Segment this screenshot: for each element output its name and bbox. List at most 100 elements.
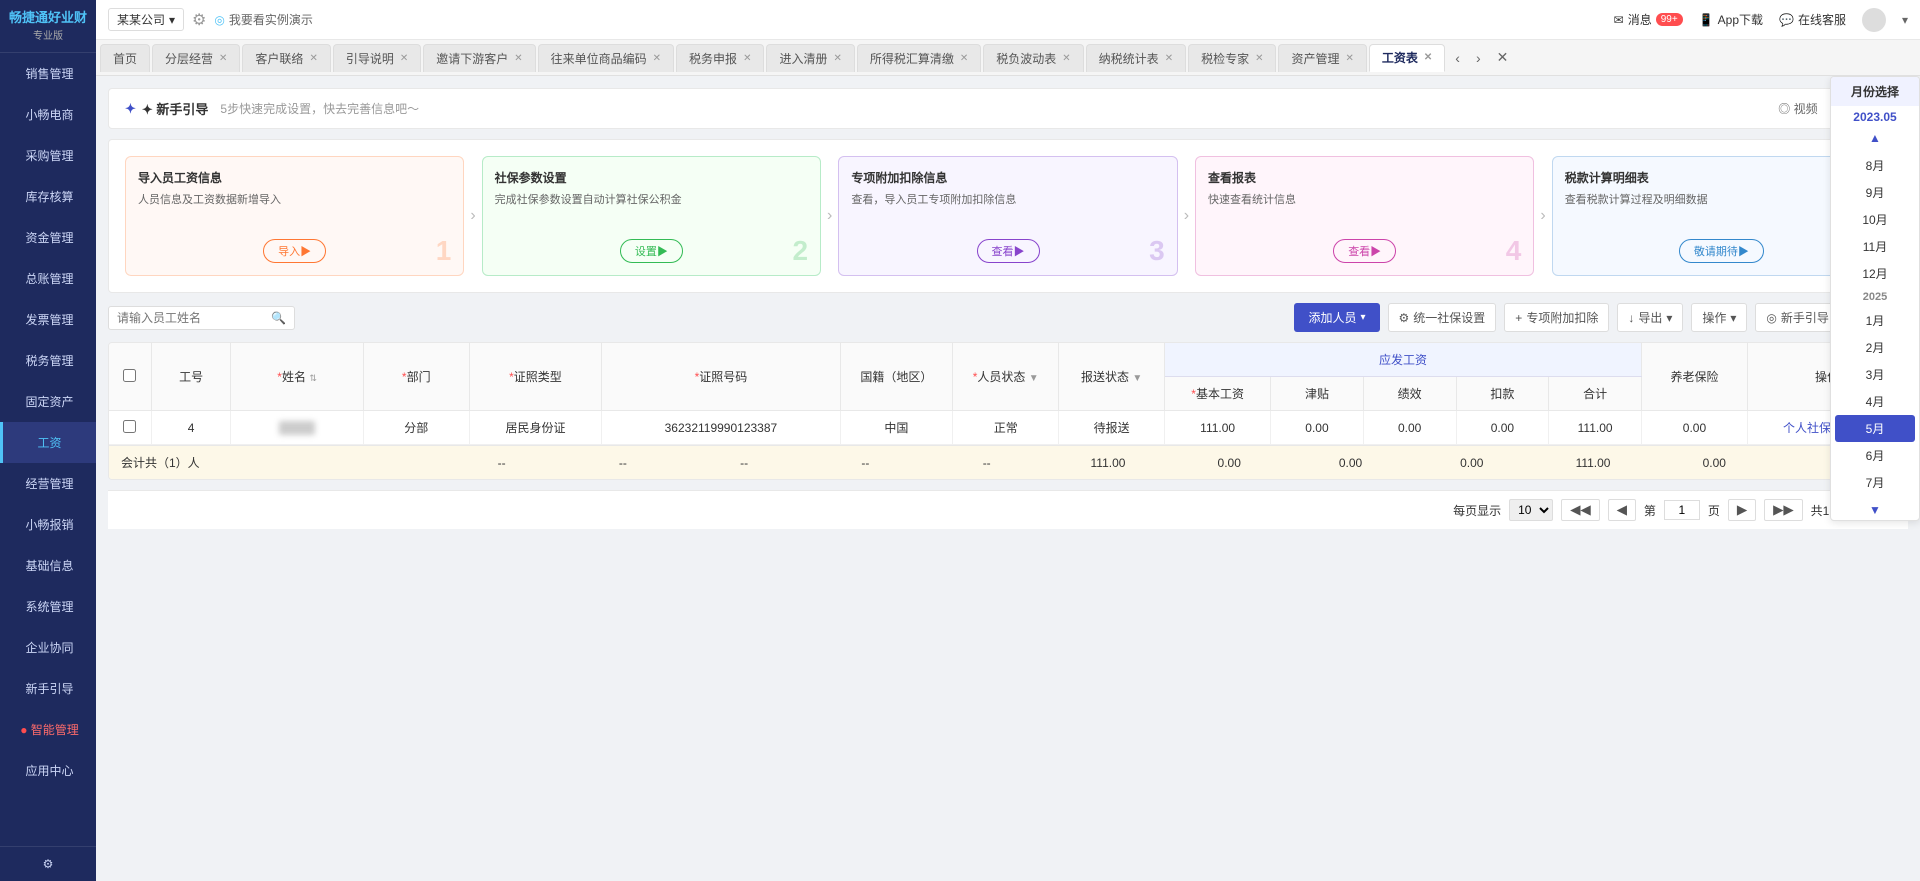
tab-tax-calc-close[interactable]: ✕ [960,53,968,64]
tab-goods[interactable]: 往来单位商品编码 ✕ [538,44,674,72]
prev-page-btn[interactable]: ◀ [1608,499,1636,521]
filter-status-icon[interactable]: ▼ [1029,373,1039,384]
search-box[interactable]: 🔍 [108,306,295,330]
step-2-btn[interactable]: 设置▶ [620,239,683,263]
action-personal-insurance[interactable]: 个人社保 [1783,421,1831,435]
sidebar-item-report[interactable]: 小畅报销 [0,504,96,545]
tab-tax-expert[interactable]: 税检专家 ✕ [1188,44,1276,72]
month-12[interactable]: 12月 [1835,260,1915,287]
demo-btn[interactable]: ◎ 我要看实例演示 [214,11,313,28]
tab-clearance-close[interactable]: ✕ [833,53,841,64]
month-scroll-down[interactable]: ▼ [1831,500,1919,520]
month-2[interactable]: 2月 [1835,334,1915,361]
sidebar-item-salary[interactable]: 工资 [0,422,96,463]
sidebar-item-new-guide[interactable]: 新手引导 [0,668,96,709]
online-service-btn[interactable]: 💬 在线客服 [1779,11,1846,28]
tab-clearance[interactable]: 进入清册 ✕ [766,44,854,72]
sidebar-item-finance[interactable]: 资金管理 [0,217,96,258]
guide-video-btn[interactable]: ◎ 视频 [1778,100,1817,117]
message-btn[interactable]: ✉ 消息 99+ [1614,11,1683,28]
th-name[interactable]: *姓名 ⇅ [231,343,363,411]
sidebar-item-sales[interactable]: 销售管理 [0,53,96,94]
tab-nav-prev[interactable]: ‹ [1447,50,1468,66]
search-icon[interactable]: 🔍 [271,311,286,325]
tab-salary-close[interactable]: ✕ [1424,52,1432,63]
month-3[interactable]: 3月 [1835,361,1915,388]
tab-tax-report-close[interactable]: ✕ [743,53,751,64]
row-checkbox[interactable] [123,420,136,433]
sidebar-item-invoice[interactable]: 发票管理 [0,299,96,340]
tab-guide-close[interactable]: ✕ [400,53,408,64]
tab-invite-close[interactable]: ✕ [514,53,522,64]
month-1[interactable]: 1月 [1835,307,1915,334]
tab-home[interactable]: 首页 [100,44,150,72]
tab-tax-stat-close[interactable]: ✕ [1165,53,1173,64]
month-10[interactable]: 10月 [1835,206,1915,233]
sidebar-item-smart[interactable]: ● 智能管理 [0,709,96,750]
month-8[interactable]: 8月 [1835,152,1915,179]
step-5-btn[interactable]: 敬请期待▶ [1679,239,1764,263]
first-page-btn[interactable]: ◀◀ [1561,499,1600,521]
per-page-select[interactable]: 10 [1509,499,1553,521]
sidebar-item-ecommerce[interactable]: 小畅电商 [0,94,96,135]
step-1-btn[interactable]: 导入▶ [263,239,326,263]
operation-btn[interactable]: 操作 ▾ [1691,303,1747,332]
app-download-btn[interactable]: 📱 App下载 [1699,11,1763,28]
th-checkbox [109,343,151,411]
sidebar-item-enterprise[interactable]: 企业协同 [0,627,96,668]
user-avatar[interactable] [1862,8,1886,32]
month-5[interactable]: 5月 [1835,415,1915,442]
last-page-btn[interactable]: ▶▶ [1764,499,1803,521]
tab-tax-stat[interactable]: 纳税统计表 ✕ [1086,44,1186,72]
tab-crm[interactable]: 客户联络 ✕ [242,44,330,72]
step-4-btn[interactable]: 查看▶ [1333,239,1396,263]
month-6[interactable]: 6月 [1835,442,1915,469]
tab-guide[interactable]: 引导说明 ✕ [333,44,421,72]
tab-asset-close[interactable]: ✕ [1346,53,1354,64]
sidebar-item-tax[interactable]: 税务管理 [0,340,96,381]
tab-tax-relief-close[interactable]: ✕ [1062,53,1070,64]
sidebar-item-inventory[interactable]: 库存核算 [0,176,96,217]
tab-tax-calc[interactable]: 所得税汇算清缴 ✕ [857,44,981,72]
filter-report-icon[interactable]: ▼ [1132,373,1142,384]
settings-icon[interactable]: ⚙ [192,10,206,30]
sidebar-item-purchase[interactable]: 采购管理 [0,135,96,176]
company-dropdown[interactable]: 某某公司 ▾ [108,8,184,31]
next-page-btn[interactable]: ▶ [1728,499,1756,521]
tab-crm-close[interactable]: ✕ [309,53,317,64]
month-scroll-up[interactable]: ▲ [1831,128,1919,148]
month-11[interactable]: 11月 [1835,233,1915,260]
sidebar-item-operation[interactable]: 经营管理 [0,463,96,504]
search-input[interactable] [117,311,267,325]
sidebar-item-ledger[interactable]: 总账管理 [0,258,96,299]
tab-segment-close[interactable]: ✕ [219,53,227,64]
tab-invite[interactable]: 邀请下游客户 ✕ [423,44,535,72]
tab-close-all[interactable]: ✕ [1489,49,1517,66]
tab-nav-next[interactable]: › [1468,50,1489,66]
sidebar-item-app-center[interactable]: 应用中心 [0,750,96,791]
tab-asset[interactable]: 资产管理 ✕ [1278,44,1366,72]
tab-tax-expert-close[interactable]: ✕ [1255,53,1263,64]
tab-salary[interactable]: 工资表 ✕ [1369,44,1445,72]
user-dropdown[interactable]: ▾ [1902,13,1908,27]
select-all-checkbox[interactable] [123,369,136,382]
month-4[interactable]: 4月 [1835,388,1915,415]
sidebar-item-system[interactable]: 系统管理 [0,586,96,627]
month-7[interactable]: 7月 [1835,469,1915,496]
sidebar-settings[interactable]: ⚙ [0,846,96,881]
tab-segment[interactable]: 分层经营 ✕ [152,44,240,72]
export-btn[interactable]: ↓ 导出 ▾ [1617,303,1683,332]
new-guide-btn[interactable]: ◎ 新手引导 [1755,303,1840,332]
special-deduct-btn[interactable]: + 专项附加扣除 [1504,303,1609,332]
add-employee-btn[interactable]: 添加人员 ▾ [1294,303,1379,332]
page-number-input[interactable] [1664,500,1700,520]
sidebar-item-base[interactable]: 基础信息 [0,545,96,586]
social-insurance-btn[interactable]: ⚙ 统一社保设置 [1388,303,1497,332]
step-3-btn[interactable]: 查看▶ [977,239,1040,263]
sort-name-icon[interactable]: ⇅ [309,373,317,383]
tab-tax-relief[interactable]: 税负波动表 ✕ [983,44,1083,72]
month-9[interactable]: 9月 [1835,179,1915,206]
tab-goods-close[interactable]: ✕ [653,53,661,64]
tab-tax-report[interactable]: 税务申报 ✕ [676,44,764,72]
sidebar-item-fixed-assets[interactable]: 固定资产 [0,381,96,422]
